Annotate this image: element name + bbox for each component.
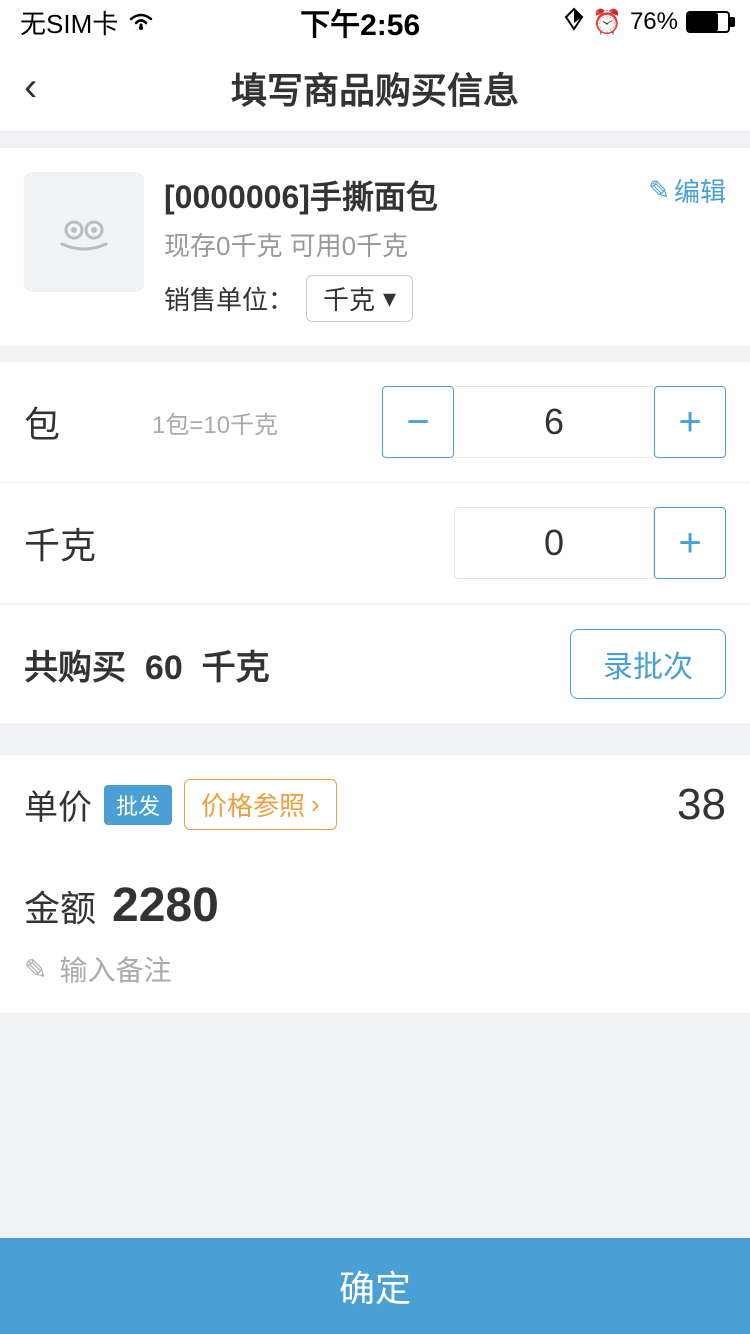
divider-1 bbox=[0, 346, 750, 362]
kg-row: 千克 + bbox=[0, 483, 750, 604]
status-bar: 无SIM卡 下午2:56 ⏰ 76% bbox=[0, 0, 750, 44]
pack-label: 包 bbox=[24, 396, 144, 448]
page-title: 填写商品购买信息 bbox=[231, 62, 519, 114]
pack-input[interactable] bbox=[454, 386, 654, 458]
pack-controls: − + bbox=[382, 386, 726, 458]
note-row[interactable]: ✎ 输入备注 bbox=[24, 949, 726, 989]
alarm-icon: ⏰ bbox=[592, 8, 622, 37]
battery-percent: 76% bbox=[630, 8, 678, 36]
nav-bar: ‹ 填写商品购买信息 bbox=[0, 44, 750, 132]
product-stock: 现存0千克 可用0千克 bbox=[164, 226, 726, 263]
total-quantity: 60 bbox=[145, 649, 183, 687]
product-info: [0000006]手撕面包 现存0千克 可用0千克 销售单位： 千克 ▾ bbox=[164, 172, 726, 322]
price-label: 单价 bbox=[24, 780, 92, 829]
pack-plus-button[interactable]: + bbox=[654, 386, 726, 458]
chevron-right-icon: › bbox=[311, 789, 320, 820]
pack-minus-button[interactable]: − bbox=[382, 386, 454, 458]
status-carrier: 无SIM卡 bbox=[20, 4, 156, 41]
price-tag: 批发 bbox=[104, 785, 172, 825]
edit-label: 编辑 bbox=[674, 172, 726, 209]
divider-2 bbox=[0, 723, 750, 739]
quantity-section: 包 1包=10千克 − + 千克 + 共购买 60 千克 录批次 bbox=[0, 362, 750, 723]
amount-label: 金额 bbox=[24, 880, 96, 932]
chevron-down-icon: ▾ bbox=[383, 283, 396, 314]
kg-label: 千克 bbox=[24, 517, 144, 569]
total-prefix: 共购买 bbox=[24, 649, 126, 687]
edit-button[interactable]: ✎ 编辑 bbox=[648, 172, 726, 209]
status-time: 下午2:56 bbox=[300, 0, 420, 44]
total-text: 共购买 60 千克 bbox=[24, 640, 270, 689]
product-image bbox=[24, 172, 144, 292]
product-name: [0000006]手撕面包 bbox=[164, 172, 726, 218]
unit-label: 销售单位： bbox=[164, 280, 294, 317]
unit-select[interactable]: 千克 ▾ bbox=[306, 275, 413, 322]
pencil-icon: ✎ bbox=[24, 953, 47, 986]
kg-controls: + bbox=[454, 507, 726, 579]
confirm-button[interactable]: 确定 bbox=[0, 1238, 750, 1334]
back-button[interactable]: ‹ bbox=[24, 65, 37, 110]
total-row: 共购买 60 千克 录批次 bbox=[0, 604, 750, 723]
product-unit-row: 销售单位： 千克 ▾ bbox=[164, 275, 726, 322]
price-ref-button[interactable]: 价格参照 › bbox=[184, 779, 337, 830]
location-icon bbox=[564, 7, 584, 38]
status-right: ⏰ 76% bbox=[564, 7, 730, 38]
amount-row: 金额 2280 bbox=[24, 878, 726, 933]
product-logo-icon bbox=[54, 202, 114, 262]
pack-sublabel: 1包=10千克 bbox=[152, 405, 382, 440]
price-value: 38 bbox=[677, 780, 726, 830]
edit-icon: ✎ bbox=[648, 175, 670, 206]
product-card: [0000006]手撕面包 现存0千克 可用0千克 销售单位： 千克 ▾ ✎ 编… bbox=[0, 148, 750, 346]
price-section: 单价 批发 价格参照 › 38 bbox=[0, 755, 750, 854]
kg-input[interactable] bbox=[454, 507, 654, 579]
wifi-icon bbox=[126, 7, 156, 38]
amount-value: 2280 bbox=[112, 878, 219, 933]
amount-section: 金额 2280 ✎ 输入备注 bbox=[0, 854, 750, 1013]
note-placeholder: 输入备注 bbox=[59, 949, 171, 989]
unit-value: 千克 bbox=[323, 280, 375, 317]
battery-icon bbox=[686, 11, 730, 33]
total-unit: 千克 bbox=[202, 649, 270, 687]
batch-button[interactable]: 录批次 bbox=[570, 629, 726, 699]
price-ref-label: 价格参照 bbox=[201, 786, 305, 823]
price-left: 单价 批发 价格参照 › bbox=[24, 779, 337, 830]
kg-plus-button[interactable]: + bbox=[654, 507, 726, 579]
main-content: [0000006]手撕面包 现存0千克 可用0千克 销售单位： 千克 ▾ ✎ 编… bbox=[0, 148, 750, 1313]
carrier-text: 无SIM卡 bbox=[20, 4, 118, 41]
pack-row: 包 1包=10千克 − + bbox=[0, 362, 750, 483]
